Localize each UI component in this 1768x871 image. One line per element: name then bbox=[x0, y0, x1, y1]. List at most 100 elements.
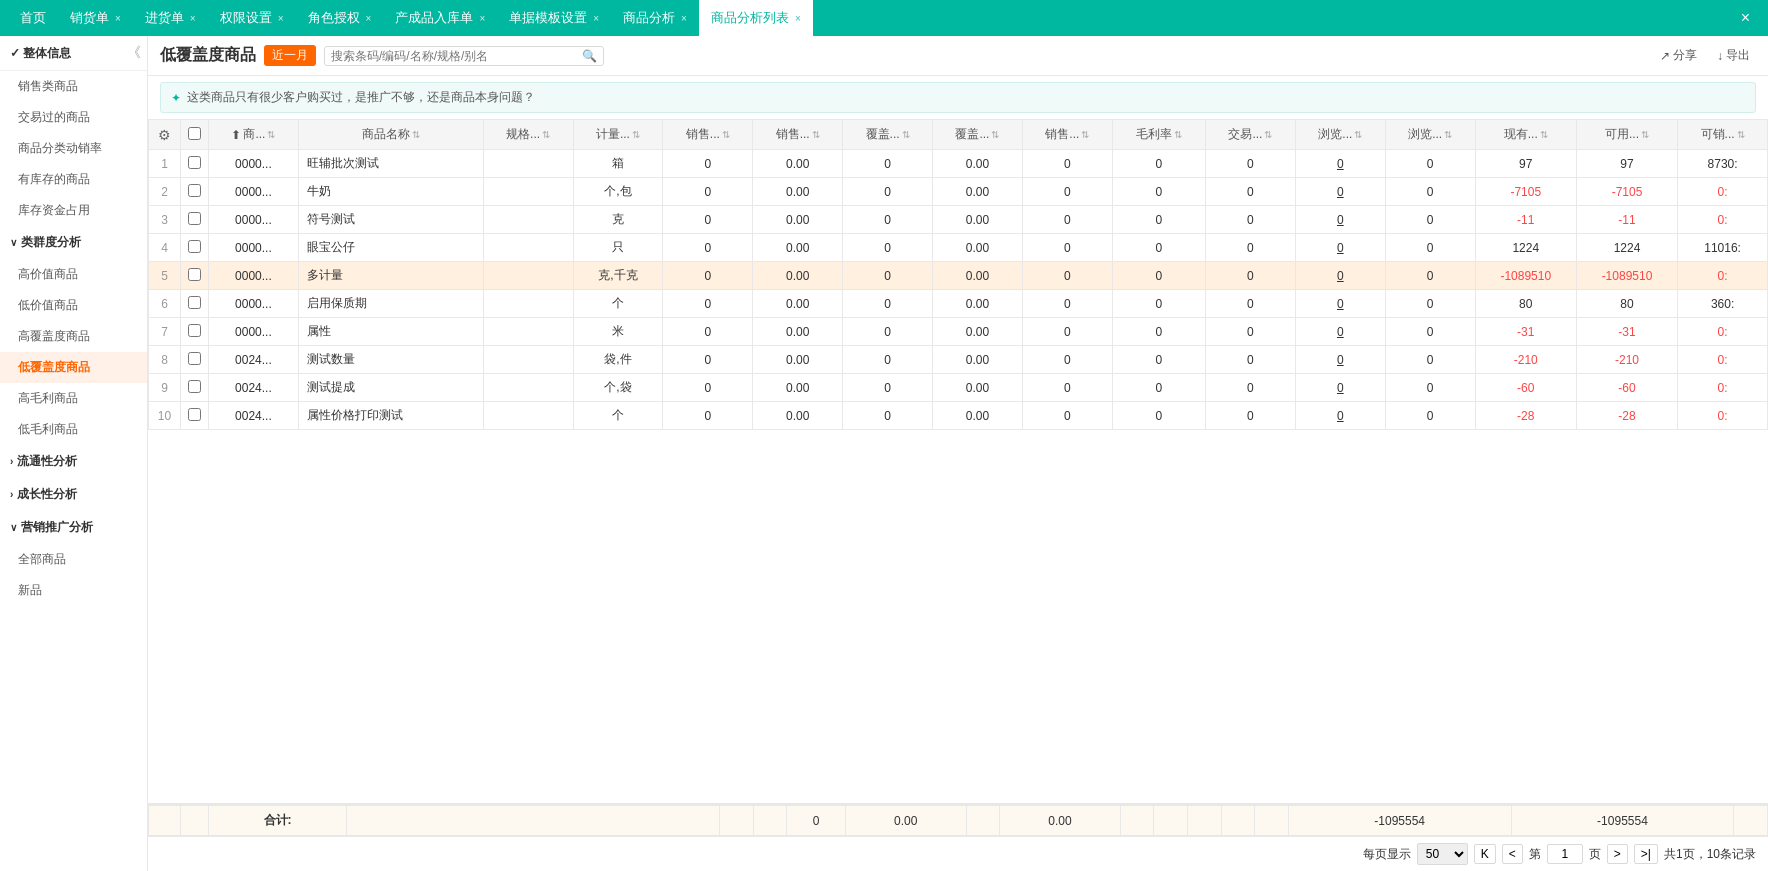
col-sales-count-header[interactable]: 销售...⇅ bbox=[1022, 120, 1112, 150]
row-browse1[interactable]: 0 bbox=[1295, 150, 1385, 178]
nav-roles[interactable]: 角色授权 × bbox=[296, 0, 384, 36]
row-select-checkbox[interactable] bbox=[188, 408, 201, 421]
select-all-checkbox[interactable] bbox=[188, 127, 201, 140]
browse1-link[interactable]: 0 bbox=[1337, 185, 1344, 199]
page-number-input[interactable] bbox=[1547, 844, 1583, 864]
sidebar-item-all-goods[interactable]: 全部商品 bbox=[0, 544, 147, 575]
nav-home[interactable]: 首页 bbox=[8, 0, 58, 36]
last-page-button[interactable]: >| bbox=[1634, 844, 1658, 864]
sidebar-item-category-turnover[interactable]: 商品分类动销率 bbox=[0, 133, 147, 164]
row-checkbox[interactable] bbox=[181, 234, 209, 262]
row-browse1[interactable]: 0 bbox=[1295, 178, 1385, 206]
page-size-select[interactable]: 50 100 200 bbox=[1417, 843, 1468, 865]
sidebar-group-liquidity[interactable]: › 流通性分析 bbox=[0, 445, 147, 478]
nav-permissions[interactable]: 权限设置 × bbox=[208, 0, 296, 36]
browse1-link[interactable]: 0 bbox=[1337, 325, 1344, 339]
row-checkbox[interactable] bbox=[181, 318, 209, 346]
sidebar-item-high-value[interactable]: 高价值商品 bbox=[0, 259, 147, 290]
row-checkbox[interactable] bbox=[181, 150, 209, 178]
col-current-stock-header[interactable]: 现有...⇅ bbox=[1475, 120, 1576, 150]
sidebar-item-low-margin[interactable]: 低毛利商品 bbox=[0, 414, 147, 445]
sidebar-item-traded-goods[interactable]: 交易过的商品 bbox=[0, 102, 147, 133]
nav-purchase[interactable]: 进货单 × bbox=[133, 0, 208, 36]
row-checkbox[interactable] bbox=[181, 290, 209, 318]
col-sales-amt-header[interactable]: 销售...⇅ bbox=[753, 120, 843, 150]
sidebar-item-sales-goods[interactable]: 销售类商品 bbox=[0, 71, 147, 102]
browse1-link[interactable]: 0 bbox=[1337, 269, 1344, 283]
nav-template[interactable]: 单据模板设置 × bbox=[497, 0, 611, 36]
browse1-link[interactable]: 0 bbox=[1337, 157, 1344, 171]
row-select-checkbox[interactable] bbox=[188, 296, 201, 309]
col-available-header[interactable]: 可用...⇅ bbox=[1576, 120, 1677, 150]
nav-roles-close[interactable]: × bbox=[366, 13, 372, 24]
sidebar-item-new-goods[interactable]: 新品 bbox=[0, 575, 147, 606]
row-checkbox[interactable] bbox=[181, 206, 209, 234]
browse1-link[interactable]: 0 bbox=[1337, 409, 1344, 423]
settings-icon[interactable]: ⚙ bbox=[158, 127, 171, 143]
row-select-checkbox[interactable] bbox=[188, 212, 201, 225]
search-input[interactable] bbox=[331, 49, 578, 63]
col-coverage2-header[interactable]: 覆盖...⇅ bbox=[933, 120, 1023, 150]
nav-sales-close[interactable]: × bbox=[115, 13, 121, 24]
row-browse1[interactable]: 0 bbox=[1295, 318, 1385, 346]
col-settings[interactable]: ⚙ bbox=[149, 120, 181, 150]
row-select-checkbox[interactable] bbox=[188, 268, 201, 281]
sidebar-group-growth[interactable]: › 成长性分析 bbox=[0, 478, 147, 511]
col-saleable-header[interactable]: 可销...⇅ bbox=[1678, 120, 1768, 150]
row-select-checkbox[interactable] bbox=[188, 380, 201, 393]
nav-permissions-close[interactable]: × bbox=[278, 13, 284, 24]
row-browse1[interactable]: 0 bbox=[1295, 290, 1385, 318]
close-all-button[interactable]: × bbox=[1731, 9, 1760, 27]
row-select-checkbox[interactable] bbox=[188, 324, 201, 337]
row-checkbox[interactable] bbox=[181, 402, 209, 430]
row-browse1[interactable]: 0 bbox=[1295, 346, 1385, 374]
col-gross-rate-header[interactable]: 毛利率⇅ bbox=[1112, 120, 1205, 150]
row-browse1[interactable]: 0 bbox=[1295, 262, 1385, 290]
row-select-checkbox[interactable] bbox=[188, 352, 201, 365]
col-browse2-header[interactable]: 浏览...⇅ bbox=[1385, 120, 1475, 150]
row-checkbox[interactable] bbox=[181, 262, 209, 290]
nav-product-analysis[interactable]: 商品分析 × bbox=[611, 0, 699, 36]
col-code-header[interactable]: ⬆商...⇅ bbox=[209, 120, 299, 150]
sidebar-item-low-value[interactable]: 低价值商品 bbox=[0, 290, 147, 321]
browse1-link[interactable]: 0 bbox=[1337, 381, 1344, 395]
col-sales-qty-header[interactable]: 销售...⇅ bbox=[663, 120, 753, 150]
browse1-link[interactable]: 0 bbox=[1337, 241, 1344, 255]
nav-product-analysis-list-close[interactable]: × bbox=[795, 13, 801, 24]
sidebar-item-inventory-capital[interactable]: 库存资金占用 bbox=[0, 195, 147, 226]
col-name-header[interactable]: 商品名称⇅ bbox=[298, 120, 483, 150]
col-unit-header[interactable]: 计量...⇅ bbox=[573, 120, 663, 150]
row-select-checkbox[interactable] bbox=[188, 240, 201, 253]
row-browse1[interactable]: 0 bbox=[1295, 206, 1385, 234]
sidebar-group-marketing[interactable]: ∨ 营销推广分析 bbox=[0, 511, 147, 544]
next-page-button[interactable]: > bbox=[1607, 844, 1628, 864]
browse1-link[interactable]: 0 bbox=[1337, 297, 1344, 311]
row-checkbox[interactable] bbox=[181, 178, 209, 206]
sidebar-item-stocked-goods[interactable]: 有库存的商品 bbox=[0, 164, 147, 195]
browse1-link[interactable]: 0 bbox=[1337, 213, 1344, 227]
browse1-link[interactable]: 0 bbox=[1337, 353, 1344, 367]
nav-product-analysis-close[interactable]: × bbox=[681, 13, 687, 24]
col-spec-header[interactable]: 规格...⇅ bbox=[483, 120, 573, 150]
prev-page-button[interactable]: < bbox=[1502, 844, 1523, 864]
time-filter-button[interactable]: 近一月 bbox=[264, 45, 316, 66]
row-checkbox[interactable] bbox=[181, 374, 209, 402]
nav-product-analysis-list[interactable]: 商品分析列表 × bbox=[699, 0, 813, 36]
row-browse1[interactable]: 0 bbox=[1295, 234, 1385, 262]
col-browse1-header[interactable]: 浏览...⇅ bbox=[1295, 120, 1385, 150]
row-browse1[interactable]: 0 bbox=[1295, 374, 1385, 402]
sidebar-item-low-coverage[interactable]: 低覆盖度商品 bbox=[0, 352, 147, 383]
export-button[interactable]: ↓ 导出 bbox=[1711, 44, 1756, 67]
row-select-checkbox[interactable] bbox=[188, 156, 201, 169]
row-checkbox[interactable] bbox=[181, 346, 209, 374]
sidebar-item-high-coverage[interactable]: 高覆盖度商品 bbox=[0, 321, 147, 352]
nav-production-close[interactable]: × bbox=[479, 13, 485, 24]
row-select-checkbox[interactable] bbox=[188, 184, 201, 197]
nav-template-close[interactable]: × bbox=[593, 13, 599, 24]
col-coverage1-header[interactable]: 覆盖...⇅ bbox=[843, 120, 933, 150]
sidebar-collapse-button[interactable]: 《 bbox=[127, 44, 141, 62]
first-page-button[interactable]: K bbox=[1474, 844, 1496, 864]
col-trade-header[interactable]: 交易...⇅ bbox=[1206, 120, 1296, 150]
sidebar-item-high-margin[interactable]: 高毛利商品 bbox=[0, 383, 147, 414]
nav-production[interactable]: 产成品入库单 × bbox=[383, 0, 497, 36]
